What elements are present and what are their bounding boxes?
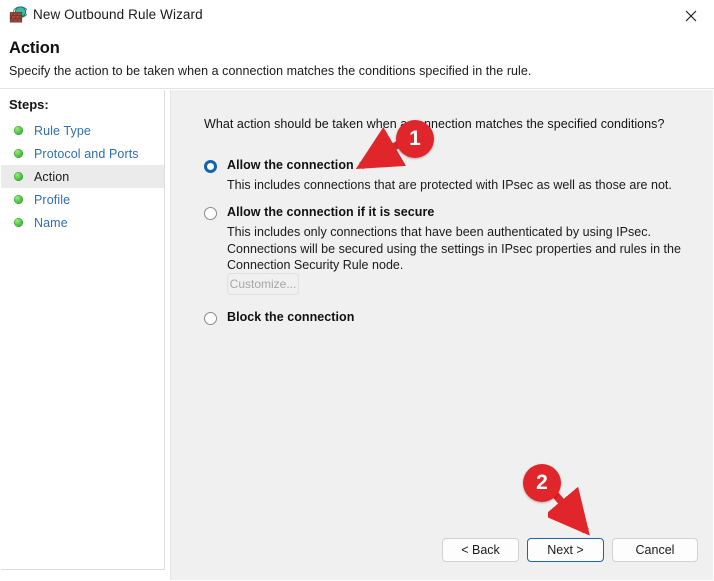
sidebar-item-label: Rule Type <box>34 124 91 138</box>
firewall-globe-icon <box>9 6 27 24</box>
back-button[interactable]: < Back <box>442 538 519 562</box>
steps-heading: Steps: <box>9 97 49 112</box>
sidebar-item-profile[interactable]: Profile <box>1 188 164 211</box>
green-bullet-icon <box>14 218 23 227</box>
sidebar-item-label: Action <box>34 170 69 184</box>
sidebar-item-rule-type[interactable]: Rule Type <box>1 119 164 142</box>
option-block-the-connection[interactable]: Block the connection <box>204 310 684 325</box>
window-title: New Outbound Rule Wizard <box>33 7 203 22</box>
page-title: Action <box>9 39 60 58</box>
title-bar: New Outbound Rule Wizard <box>0 0 714 31</box>
option-title: Allow the connection <box>227 158 354 173</box>
content-panel: What action should be taken when a conne… <box>170 90 713 580</box>
sidebar-item-label: Profile <box>34 193 70 207</box>
block-the-connection-radio[interactable] <box>204 312 217 325</box>
sidebar-item-name[interactable]: Name <box>1 211 164 234</box>
option-description: This includes connections that are prote… <box>227 177 682 194</box>
steps-list: Rule Type Protocol and Ports Action Prof… <box>1 119 164 234</box>
steps-sidebar: Steps: Rule Type Protocol and Ports Acti… <box>1 90 165 570</box>
sidebar-item-label: Name <box>34 216 68 230</box>
green-bullet-icon <box>14 195 23 204</box>
green-bullet-icon <box>14 149 23 158</box>
allow-if-secure-radio[interactable] <box>204 207 217 220</box>
action-question: What action should be taken when a conne… <box>204 117 665 131</box>
option-title: Block the connection <box>227 310 354 325</box>
customize-button[interactable]: Customize... <box>227 273 299 295</box>
sidebar-item-protocol-and-ports[interactable]: Protocol and Ports <box>1 142 164 165</box>
close-icon[interactable] <box>668 0 714 31</box>
option-description: This includes only connections that have… <box>227 224 682 274</box>
page-header: Action Specify the action to be taken wh… <box>0 31 714 89</box>
page-subtitle: Specify the action to be taken when a co… <box>9 64 531 78</box>
green-bullet-icon <box>14 126 23 135</box>
option-allow-the-connection[interactable]: Allow the connection This includes conne… <box>204 158 684 194</box>
option-title: Allow the connection if it is secure <box>227 205 434 220</box>
cancel-button[interactable]: Cancel <box>612 538 698 562</box>
allow-the-connection-radio[interactable] <box>204 160 217 173</box>
green-bullet-icon <box>14 172 23 181</box>
annotation-badge-2: 2 <box>523 464 561 502</box>
next-button[interactable]: Next > <box>527 538 604 562</box>
sidebar-item-label: Protocol and Ports <box>34 147 139 161</box>
sidebar-item-action[interactable]: Action <box>1 165 164 188</box>
wizard-window: New Outbound Rule Wizard Action Specify … <box>0 0 714 581</box>
option-allow-if-secure[interactable]: Allow the connection if it is secure Thi… <box>204 205 684 274</box>
annotation-badge-1: 1 <box>396 120 434 158</box>
